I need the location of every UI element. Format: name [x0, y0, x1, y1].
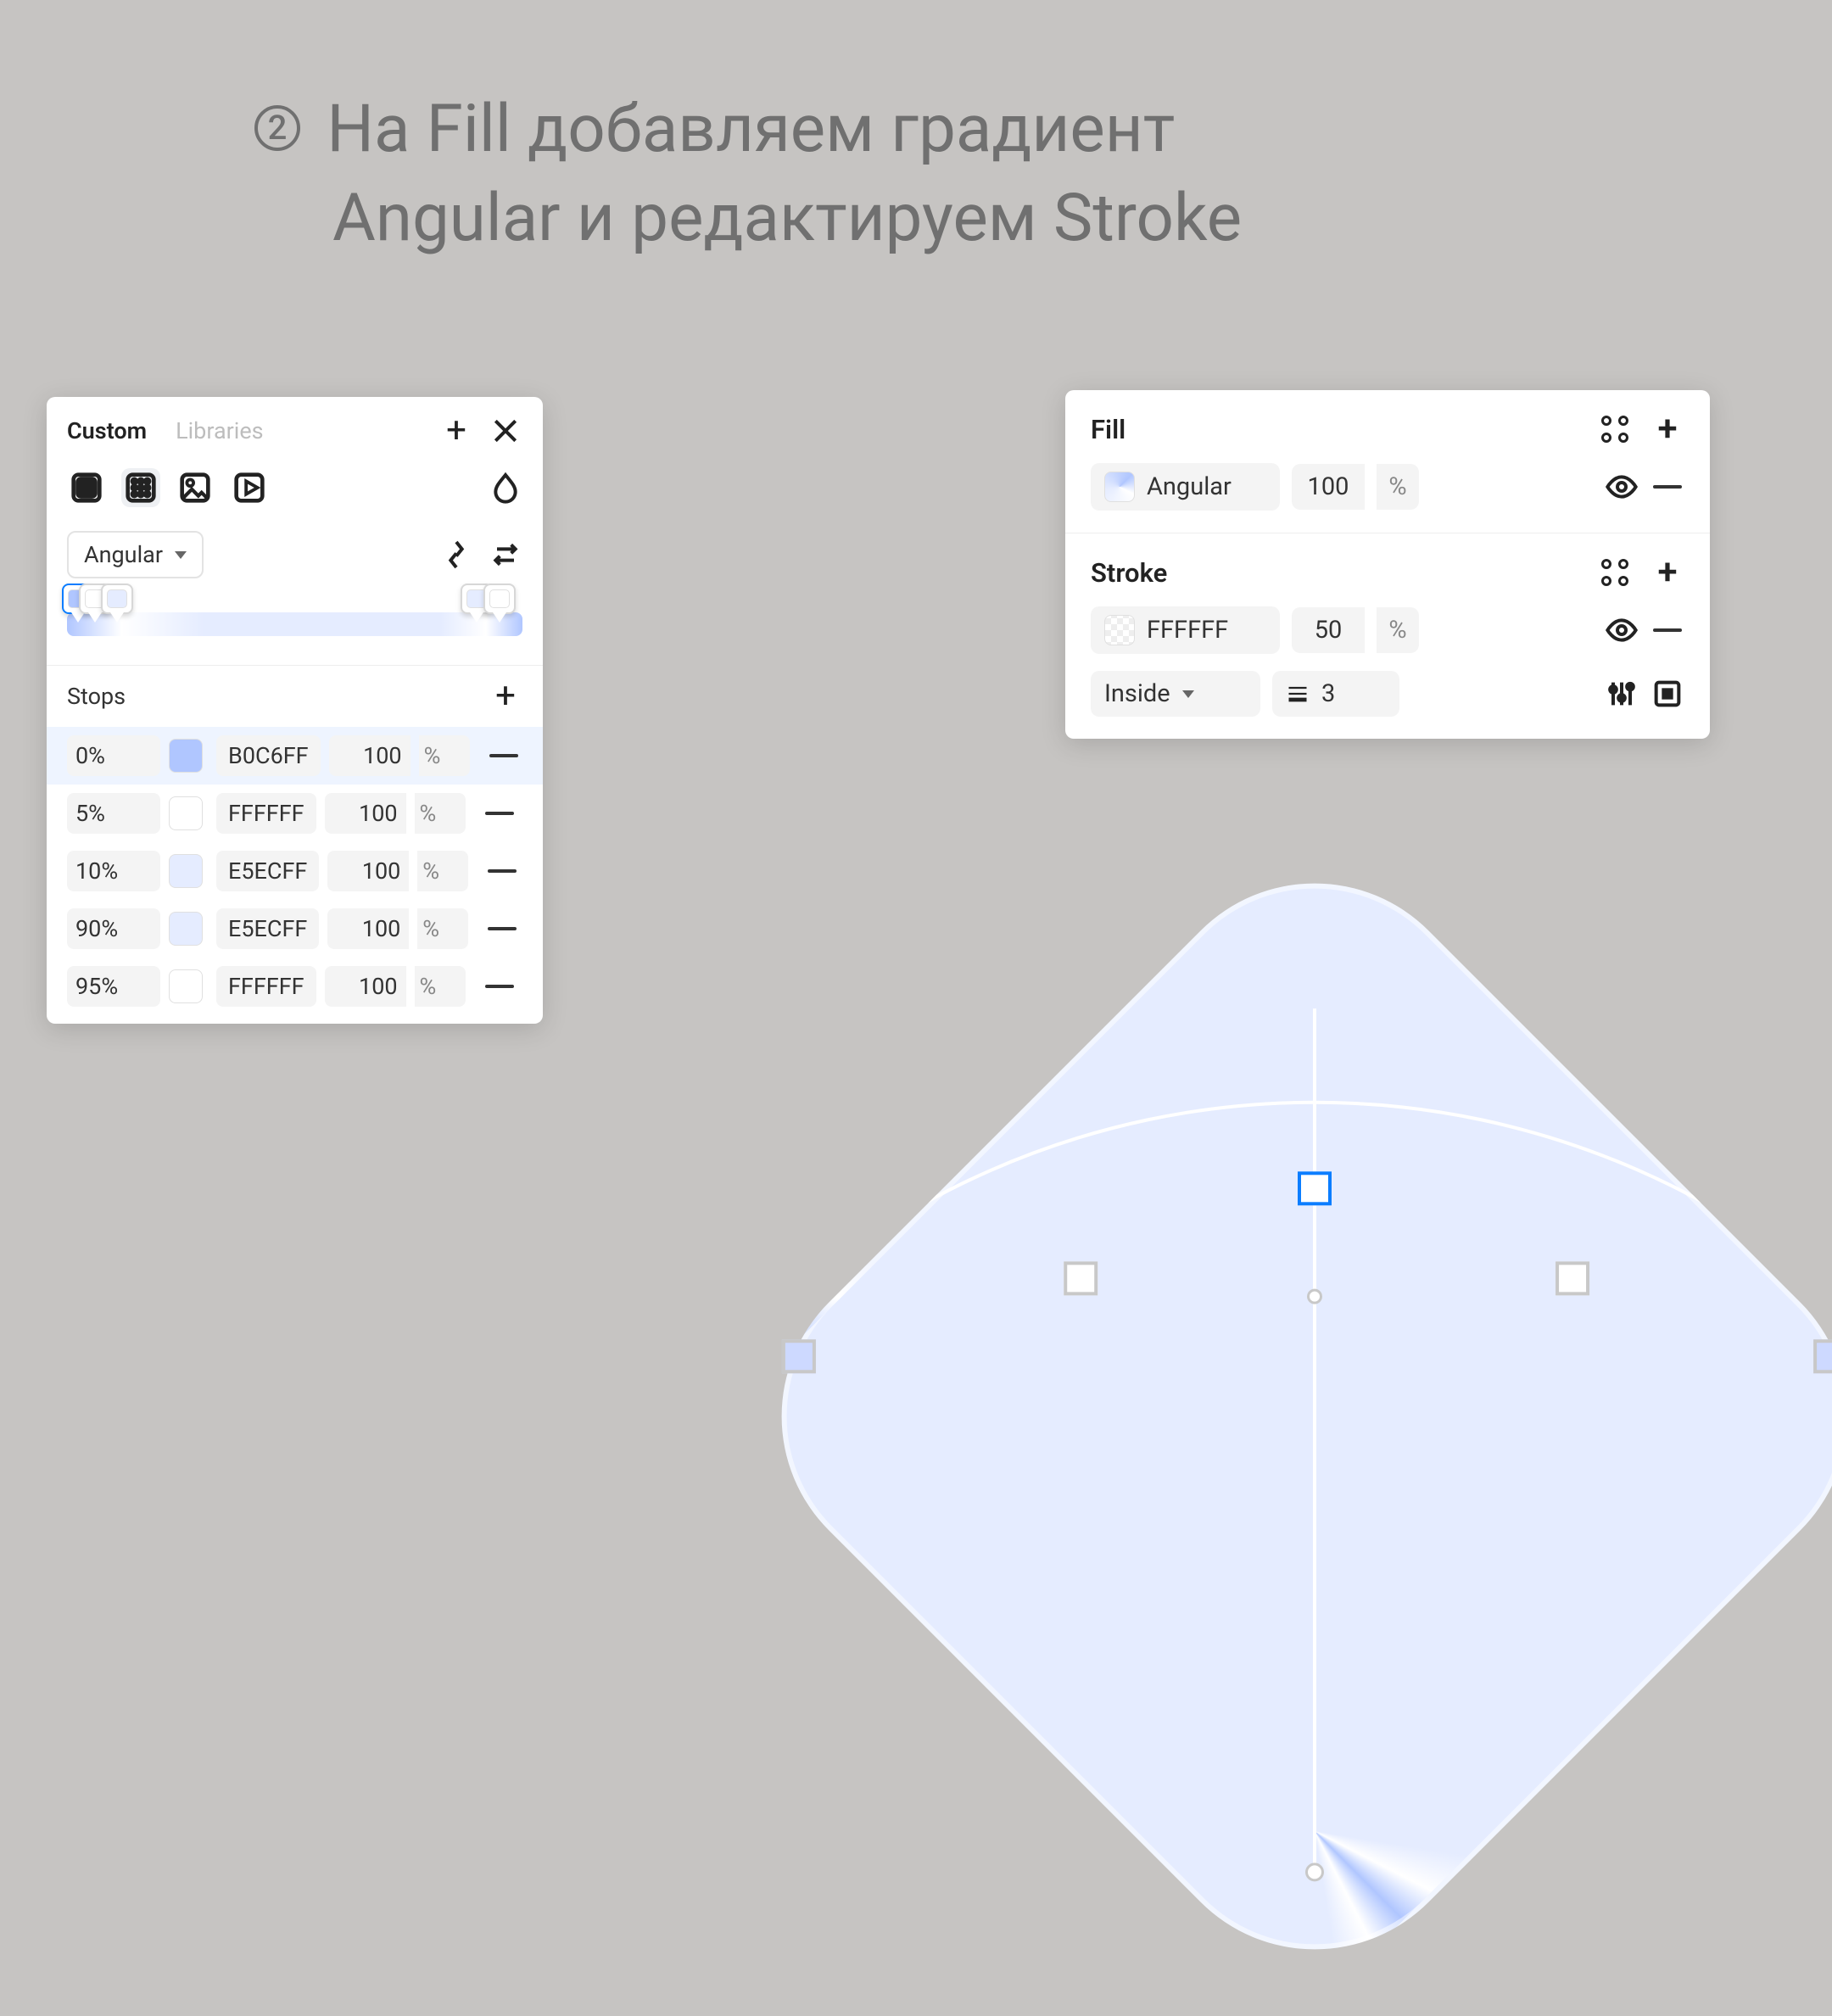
fill-swatch [1104, 472, 1135, 502]
stroke-weight-icon [1286, 682, 1310, 706]
stop-opacity-unit: % [419, 735, 470, 776]
gradient-slider[interactable] [67, 612, 522, 636]
stop-opacity-unit: % [417, 851, 468, 891]
stop-opacity-unit: % [417, 908, 468, 949]
stroke-per-side-icon[interactable] [1605, 677, 1639, 711]
stop-opacity-unit: % [415, 966, 466, 1007]
stroke-hex-value: FFFFFF [1147, 616, 1228, 645]
stroke-styles-icon[interactable] [1598, 556, 1632, 589]
add-stroke-button[interactable]: + [1650, 556, 1684, 589]
heading-line-1: На Fill добавляем градиент [327, 91, 1175, 168]
stroke-visibility-icon[interactable] [1605, 613, 1639, 647]
heading-line-2: Angular и редактируем Stroke [254, 174, 1242, 263]
properties-panel: Fill + Angular 100 % Stroke + [1065, 390, 1710, 739]
gradient-handle[interactable] [1298, 1171, 1332, 1205]
solid-fill-icon[interactable] [67, 468, 106, 507]
gradient-handle[interactable] [782, 1339, 816, 1373]
stop-hex-input[interactable]: E5ECFF [216, 908, 319, 949]
fill-title: Fill [1091, 414, 1125, 445]
stop-swatch[interactable] [169, 912, 203, 946]
stop-row[interactable]: 5% FFFFFF100% [47, 785, 543, 842]
stop-hex-input[interactable]: B0C6FF [216, 735, 321, 776]
stroke-section: Stroke + FFFFFF 50 % Inside [1065, 533, 1710, 739]
gradient-handle[interactable] [1556, 1261, 1589, 1295]
stop-hex-input[interactable]: FFFFFF [216, 793, 316, 834]
gradient-stop-handle[interactable] [483, 584, 516, 614]
stop-opacity-unit: % [415, 793, 466, 834]
stop-swatch[interactable] [169, 969, 203, 1003]
stroke-title: Stroke [1091, 557, 1167, 589]
remove-stop-icon[interactable] [477, 869, 528, 873]
gradient-fill-icon[interactable] [121, 468, 160, 507]
tab-custom[interactable]: Custom [67, 417, 147, 444]
stop-position-input[interactable]: 95% [67, 966, 160, 1007]
add-fill-button[interactable]: + [1650, 412, 1684, 446]
stop-swatch[interactable] [169, 739, 203, 773]
chevron-down-icon [1182, 690, 1194, 698]
close-icon[interactable] [489, 414, 522, 448]
gradient-type-dropdown[interactable]: Angular [67, 531, 204, 578]
stroke-weight-value: 3 [1321, 679, 1335, 708]
image-fill-icon[interactable] [176, 468, 215, 507]
step-badge: 2 [254, 105, 300, 151]
stroke-weight-input[interactable]: 3 [1272, 671, 1399, 717]
heading: 2 На Fill добавляем градиент Angular и р… [254, 85, 1242, 264]
stop-swatch[interactable] [169, 796, 203, 830]
blend-mode-icon[interactable] [489, 471, 522, 505]
canvas-shape[interactable] [715, 817, 1832, 2016]
stop-position-input[interactable]: 5% [67, 793, 160, 834]
fill-type-pill[interactable]: Angular [1091, 463, 1280, 511]
stop-hex-input[interactable]: E5ECFF [216, 851, 319, 891]
fill-type-value: Angular [1147, 472, 1232, 501]
remove-stroke-icon[interactable] [1650, 613, 1684, 647]
stop-position-input[interactable]: 90% [67, 908, 160, 949]
remove-stop-icon[interactable] [478, 754, 529, 757]
gradient-type-value: Angular [84, 541, 163, 568]
stop-swatch[interactable] [169, 854, 203, 888]
remove-stop-icon[interactable] [477, 927, 528, 930]
stroke-position-value: Inside [1104, 679, 1170, 708]
stops-label: Stops [67, 683, 126, 710]
stop-hex-input[interactable]: FFFFFF [216, 966, 316, 1007]
fill-opacity-input[interactable]: 100 [1292, 464, 1365, 510]
stop-opacity-input[interactable]: 100 [327, 908, 409, 949]
rotate-gradient-icon[interactable] [439, 538, 473, 572]
chevron-down-icon [175, 551, 187, 559]
stop-opacity-input[interactable]: 100 [329, 735, 411, 776]
stroke-color-pill[interactable]: FFFFFF [1091, 606, 1280, 654]
fill-visibility-icon[interactable] [1605, 470, 1639, 504]
remove-stop-icon[interactable] [474, 812, 525, 815]
stroke-opacity-input[interactable]: 50 [1292, 607, 1365, 653]
add-stop-icon[interactable]: + [489, 679, 522, 713]
stroke-swatch [1104, 615, 1135, 645]
stroke-advanced-icon[interactable] [1650, 677, 1684, 711]
flip-gradient-icon[interactable] [489, 538, 522, 572]
stop-row[interactable]: 0% B0C6FF100% [47, 727, 543, 785]
stop-opacity-input[interactable]: 100 [325, 966, 406, 1007]
tab-libraries[interactable]: Libraries [176, 417, 264, 444]
add-fill-icon[interactable]: + [439, 414, 473, 448]
fill-opacity-unit: % [1377, 464, 1419, 510]
video-fill-icon[interactable] [230, 468, 269, 507]
stop-opacity-input[interactable]: 100 [327, 851, 409, 891]
gradient-handle[interactable] [1064, 1261, 1098, 1295]
styles-icon[interactable] [1598, 412, 1632, 446]
stroke-position-dropdown[interactable]: Inside [1091, 671, 1260, 717]
remove-fill-icon[interactable] [1650, 470, 1684, 504]
fill-section: Fill + Angular 100 % [1065, 390, 1710, 533]
stop-position-input[interactable]: 0% [67, 735, 160, 776]
stroke-opacity-unit: % [1377, 607, 1419, 653]
stop-row[interactable]: 10% E5ECFF100% [47, 842, 543, 900]
stop-row[interactable]: 90% E5ECFF100% [47, 900, 543, 958]
stop-row[interactable]: 95% FFFFFF100% [47, 958, 543, 1015]
gradient-stop-handle[interactable] [101, 584, 133, 614]
gradient-handle[interactable] [1813, 1339, 1832, 1373]
stop-opacity-input[interactable]: 100 [325, 793, 406, 834]
stop-position-input[interactable]: 10% [67, 851, 160, 891]
color-panel: Custom Libraries + Angular [47, 397, 543, 1024]
remove-stop-icon[interactable] [474, 985, 525, 988]
